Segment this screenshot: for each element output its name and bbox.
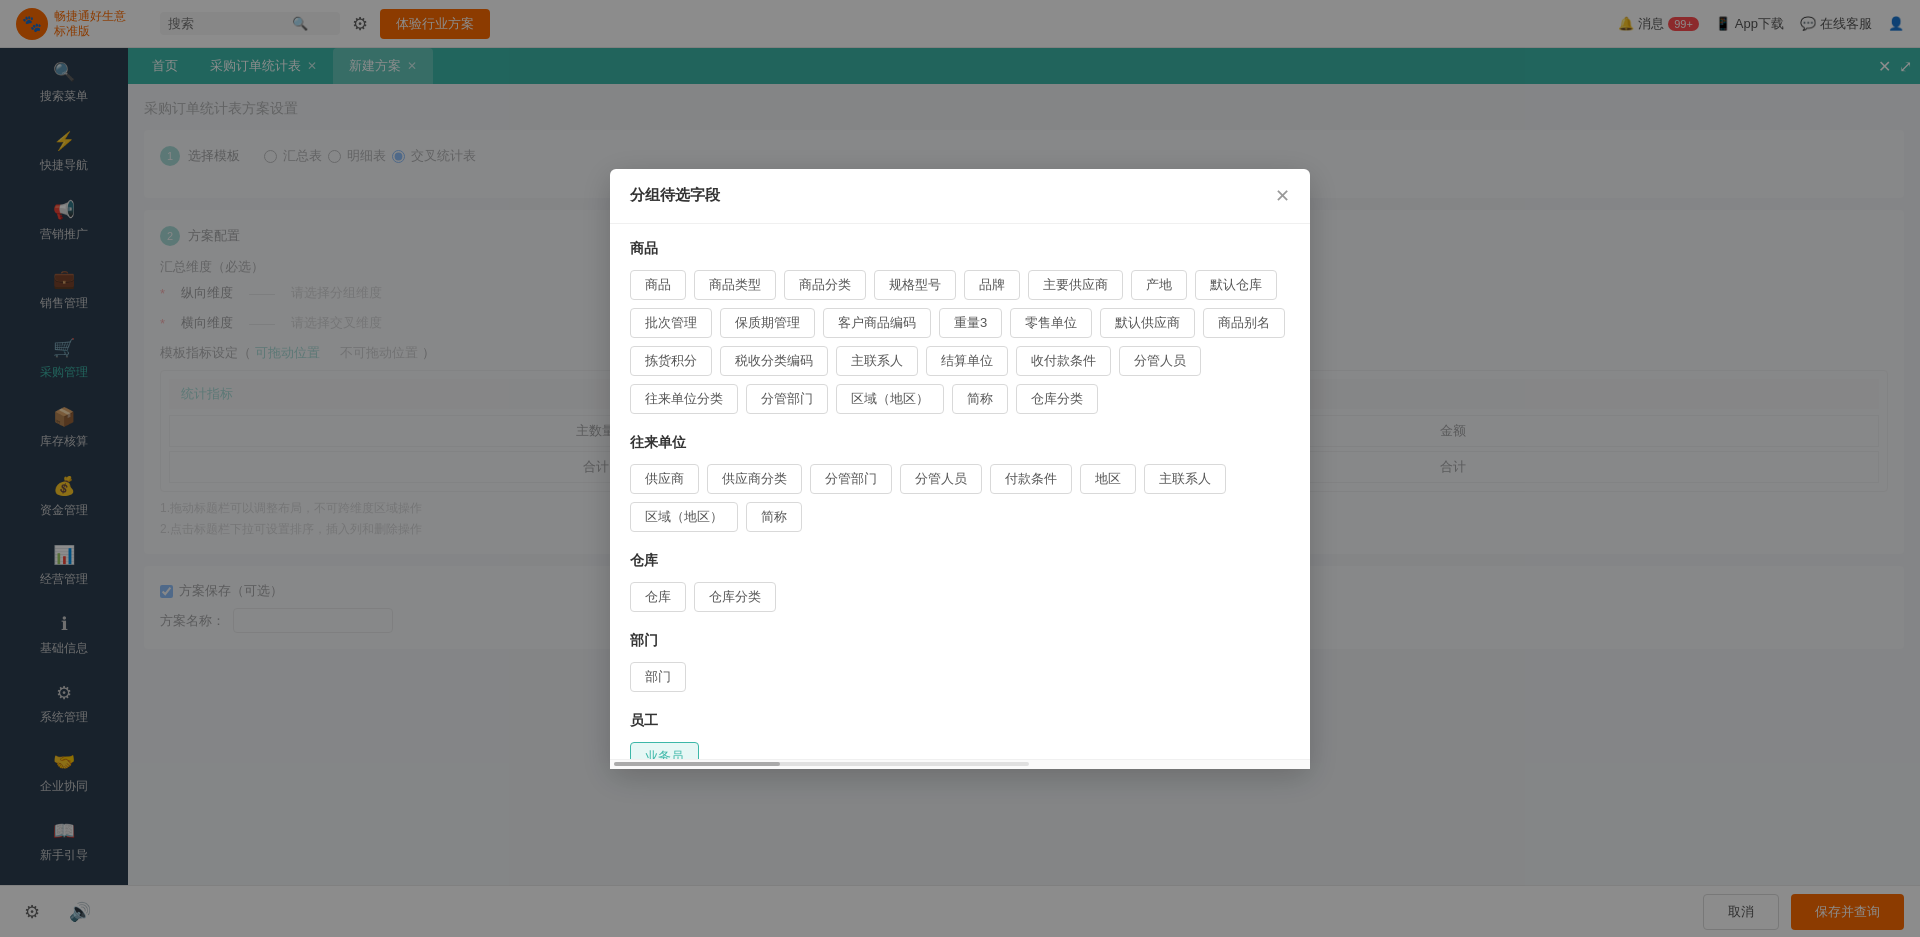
field-tag[interactable]: 商品类型 bbox=[694, 270, 776, 300]
field-tag[interactable]: 税收分类编码 bbox=[720, 346, 828, 376]
field-tag[interactable]: 地区 bbox=[1080, 464, 1136, 494]
section-product-fields: 商品 商品类型 商品分类 规格型号 品牌 主要供应商 产地 默认仓库 批次管理 … bbox=[630, 270, 1290, 414]
field-tag[interactable]: 仓库分类 bbox=[694, 582, 776, 612]
section-department: 部门 部门 bbox=[630, 632, 1290, 692]
section-department-fields: 部门 bbox=[630, 662, 1290, 692]
field-tag[interactable]: 主联系人 bbox=[836, 346, 918, 376]
field-tag[interactable]: 商品 bbox=[630, 270, 686, 300]
field-tag[interactable]: 区域（地区） bbox=[630, 502, 738, 532]
field-tag[interactable]: 仓库 bbox=[630, 582, 686, 612]
section-warehouse-title: 仓库 bbox=[630, 552, 1290, 570]
section-employee: 员工 业务员 bbox=[630, 712, 1290, 760]
dialog-title: 分组待选字段 bbox=[630, 186, 720, 205]
field-tag[interactable]: 供应商分类 bbox=[707, 464, 802, 494]
field-tag[interactable]: 结算单位 bbox=[926, 346, 1008, 376]
section-warehouse: 仓库 仓库 仓库分类 bbox=[630, 552, 1290, 612]
field-tag[interactable]: 商品分类 bbox=[784, 270, 866, 300]
field-tag[interactable]: 品牌 bbox=[964, 270, 1020, 300]
field-tag[interactable]: 区域（地区） bbox=[836, 384, 944, 414]
field-tag[interactable]: 简称 bbox=[746, 502, 802, 532]
field-tag[interactable]: 产地 bbox=[1131, 270, 1187, 300]
field-tag[interactable]: 付款条件 bbox=[990, 464, 1072, 494]
field-tag[interactable]: 商品别名 bbox=[1203, 308, 1285, 338]
section-partner: 往来单位 供应商 供应商分类 分管部门 分管人员 付款条件 地区 主联系人 区域… bbox=[630, 434, 1290, 532]
field-tag[interactable]: 零售单位 bbox=[1010, 308, 1092, 338]
dialog-close-btn[interactable]: ✕ bbox=[1275, 185, 1290, 207]
field-tag[interactable]: 默认仓库 bbox=[1195, 270, 1277, 300]
field-tag[interactable]: 供应商 bbox=[630, 464, 699, 494]
field-tag[interactable]: 简称 bbox=[952, 384, 1008, 414]
section-partner-fields: 供应商 供应商分类 分管部门 分管人员 付款条件 地区 主联系人 区域（地区） … bbox=[630, 464, 1290, 532]
field-tag[interactable]: 分管部门 bbox=[810, 464, 892, 494]
field-tag[interactable]: 批次管理 bbox=[630, 308, 712, 338]
field-tag[interactable]: 往来单位分类 bbox=[630, 384, 738, 414]
dialog-header: 分组待选字段 ✕ bbox=[610, 169, 1310, 224]
section-partner-title: 往来单位 bbox=[630, 434, 1290, 452]
field-tag[interactable]: 拣货积分 bbox=[630, 346, 712, 376]
dialog-hscroll bbox=[610, 759, 1310, 768]
field-tag[interactable]: 分管人员 bbox=[1119, 346, 1201, 376]
section-employee-title: 员工 bbox=[630, 712, 1290, 730]
dialog-body[interactable]: 商品 商品 商品类型 商品分类 规格型号 品牌 主要供应商 产地 默认仓库 批次… bbox=[610, 224, 1310, 760]
field-tag[interactable]: 仓库分类 bbox=[1016, 384, 1098, 414]
field-tag[interactable]: 规格型号 bbox=[874, 270, 956, 300]
section-product: 商品 商品 商品类型 商品分类 规格型号 品牌 主要供应商 产地 默认仓库 批次… bbox=[630, 240, 1290, 414]
field-tag[interactable]: 默认供应商 bbox=[1100, 308, 1195, 338]
field-tag-salesperson[interactable]: 业务员 bbox=[630, 742, 699, 760]
field-tag[interactable]: 重量3 bbox=[939, 308, 1002, 338]
field-tag[interactable]: 客户商品编码 bbox=[823, 308, 931, 338]
field-tag[interactable]: 收付款条件 bbox=[1016, 346, 1111, 376]
field-tag[interactable]: 分管人员 bbox=[900, 464, 982, 494]
field-tag[interactable]: 分管部门 bbox=[746, 384, 828, 414]
dialog: 分组待选字段 ✕ 商品 商品 商品类型 商品分类 规格型号 品牌 主要供应商 产… bbox=[610, 169, 1310, 769]
section-department-title: 部门 bbox=[630, 632, 1290, 650]
field-tag[interactable]: 主要供应商 bbox=[1028, 270, 1123, 300]
modal-overlay: 分组待选字段 ✕ 商品 商品 商品类型 商品分类 规格型号 品牌 主要供应商 产… bbox=[0, 0, 1920, 937]
section-employee-fields: 业务员 bbox=[630, 742, 1290, 760]
field-tag[interactable]: 主联系人 bbox=[1144, 464, 1226, 494]
section-warehouse-fields: 仓库 仓库分类 bbox=[630, 582, 1290, 612]
field-tag[interactable]: 部门 bbox=[630, 662, 686, 692]
section-product-title: 商品 bbox=[630, 240, 1290, 258]
field-tag[interactable]: 保质期管理 bbox=[720, 308, 815, 338]
